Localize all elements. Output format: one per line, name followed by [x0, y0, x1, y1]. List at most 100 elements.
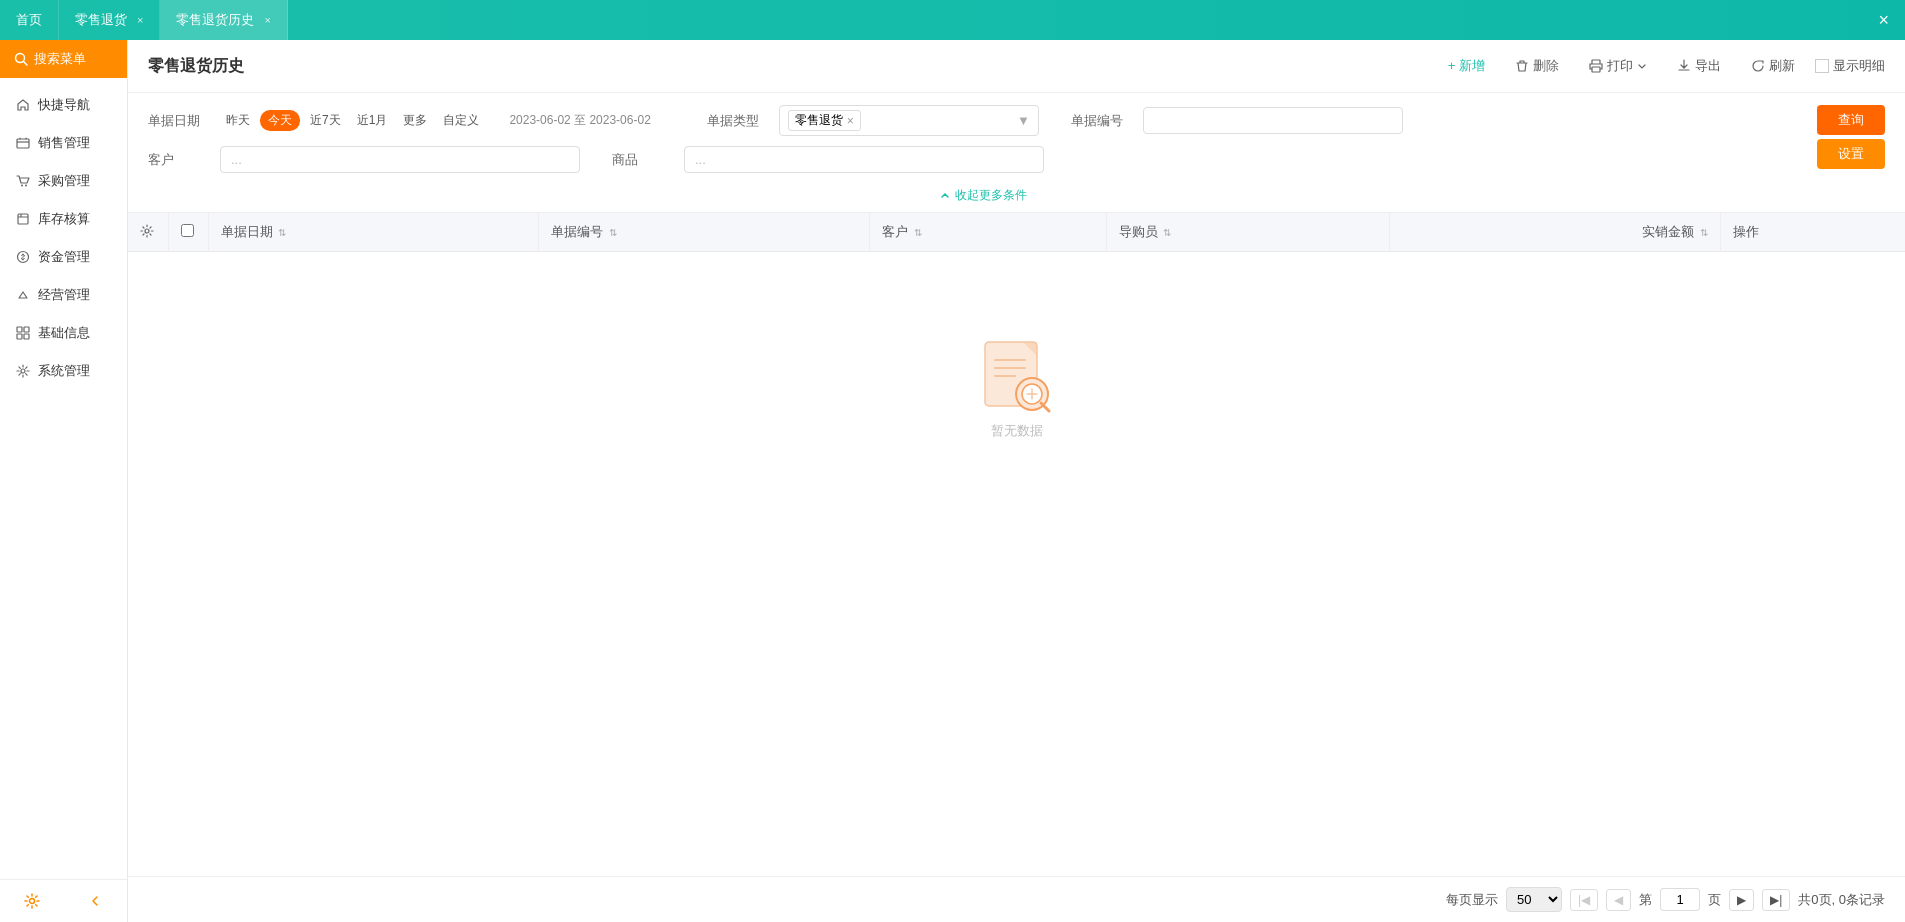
gear-icon	[23, 892, 41, 910]
page-number-input[interactable]	[1660, 888, 1700, 911]
sidebar-item-quick-nav[interactable]: 快捷导航	[0, 86, 127, 124]
window-close-button[interactable]: ×	[1862, 10, 1905, 31]
sidebar-item-system[interactable]: 系统管理	[0, 352, 127, 390]
date-more-btn[interactable]: 更多	[397, 110, 433, 131]
date-yesterday-btn[interactable]: 昨天	[220, 110, 256, 131]
th-amount-label: 实销金额	[1642, 224, 1694, 239]
customer-input[interactable]: ...	[220, 146, 580, 173]
nav-label: 资金管理	[38, 248, 90, 266]
date-filter-label: 单据日期	[148, 112, 204, 130]
new-button[interactable]: + 新增	[1438, 52, 1495, 80]
print-button[interactable]: 打印	[1579, 52, 1657, 80]
export-button[interactable]: 导出	[1667, 52, 1731, 80]
svg-rect-9	[24, 327, 29, 332]
doc-type-tag-label: 零售退货	[795, 112, 843, 129]
new-button-label: + 新增	[1448, 57, 1485, 75]
header-actions: + 新增 删除 打印	[1438, 52, 1885, 80]
date-1month-btn[interactable]: 近1月	[351, 110, 394, 131]
svg-rect-14	[1592, 60, 1600, 64]
th-customer[interactable]: 客户 ⇅	[870, 213, 1106, 252]
display-detail-label: 显示明细	[1833, 57, 1885, 75]
collapse-sidebar-button[interactable]	[86, 892, 104, 910]
first-page-button[interactable]: |◀	[1570, 889, 1598, 911]
date-7days-btn[interactable]: 近7天	[304, 110, 347, 131]
last-page-button[interactable]: ▶|	[1762, 889, 1790, 911]
date-today-btn[interactable]: 今天	[260, 110, 300, 131]
operation-icon	[16, 288, 30, 302]
query-button-label: 查询	[1838, 112, 1864, 127]
tab-home-label: 首页	[16, 11, 42, 29]
sidebar-item-inventory[interactable]: 库存核算	[0, 200, 127, 238]
page-size-select[interactable]: 10 20 50 100	[1506, 887, 1562, 912]
nav-label: 基础信息	[38, 324, 90, 342]
settings-gear-button[interactable]	[23, 892, 41, 910]
th-amount[interactable]: 实销金额 ⇅	[1390, 213, 1721, 252]
svg-rect-10	[17, 334, 22, 339]
sidebar-search[interactable]: 搜索菜单	[0, 40, 127, 78]
sidebar-item-operation[interactable]: 经营管理	[0, 276, 127, 314]
sidebar: 搜索菜单 快捷导航 销售管理	[0, 40, 128, 922]
date-custom-btn[interactable]: 自定义	[437, 110, 485, 131]
th-doc-no[interactable]: 单据编号 ⇅	[539, 213, 870, 252]
refresh-button[interactable]: 刷新	[1741, 52, 1805, 80]
date-range-display: 2023-06-02 至 2023-06-02	[509, 112, 650, 129]
tab-retail-return-close[interactable]: ×	[137, 14, 143, 26]
doc-no-input[interactable]	[1143, 107, 1403, 134]
print-icon	[1589, 59, 1603, 73]
top-bar: 首页 零售退货 × 零售退货历史 × ×	[0, 0, 1905, 40]
query-button[interactable]: 查询	[1817, 105, 1885, 135]
select-all-checkbox[interactable]	[181, 224, 194, 237]
system-icon	[16, 364, 30, 378]
sidebar-item-fund[interactable]: 资金管理	[0, 238, 127, 276]
th-doc-date-label: 单据日期	[221, 224, 273, 239]
main-layout: 搜索菜单 快捷导航 销售管理	[0, 40, 1905, 922]
empty-text: 暂无数据	[991, 422, 1043, 440]
home-icon	[16, 98, 30, 112]
total-label: 共0页, 0条记录	[1798, 891, 1885, 909]
tab-retail-return[interactable]: 零售退货 ×	[59, 0, 160, 40]
svg-point-16	[145, 229, 149, 233]
sidebar-item-purchase[interactable]: 采购管理	[0, 162, 127, 200]
purchase-icon	[16, 174, 30, 188]
fund-icon	[16, 250, 30, 264]
goods-filter-label: 商品	[612, 151, 668, 169]
sort-amount-icon: ⇅	[1700, 227, 1708, 238]
th-actions: 操作	[1721, 213, 1906, 252]
inventory-icon	[16, 212, 30, 226]
nav-label: 采购管理	[38, 172, 90, 190]
th-doc-date[interactable]: 单据日期 ⇅	[208, 213, 539, 252]
display-detail-checkbox[interactable]	[1815, 59, 1829, 73]
goods-input[interactable]: ...	[684, 146, 1044, 173]
refresh-button-label: 刷新	[1769, 57, 1795, 75]
collapse-filter-label: 收起更多条件	[955, 187, 1027, 204]
delete-button-label: 删除	[1533, 57, 1559, 75]
tab-home[interactable]: 首页	[0, 0, 59, 40]
nav-label: 快捷导航	[38, 96, 90, 114]
doc-type-select[interactable]: 零售退货 × ▼	[779, 105, 1039, 136]
sidebar-item-sales[interactable]: 销售管理	[0, 124, 127, 162]
print-dropdown-icon	[1637, 61, 1647, 71]
tab-retail-return-history[interactable]: 零售退货历史 ×	[160, 0, 287, 40]
th-settings[interactable]	[128, 213, 168, 252]
prev-page-button[interactable]: ◀	[1606, 889, 1631, 911]
svg-point-4	[21, 185, 23, 187]
doc-type-tag-remove[interactable]: ×	[847, 114, 854, 128]
collapse-filter-button[interactable]: 收起更多条件	[939, 187, 1027, 204]
page-unit: 页	[1708, 891, 1721, 909]
th-guide-label: 导购员	[1119, 224, 1158, 239]
sidebar-item-basic[interactable]: 基础信息	[0, 314, 127, 352]
table-settings-icon[interactable]	[140, 224, 154, 238]
export-button-label: 导出	[1695, 57, 1721, 75]
next-page-button[interactable]: ▶	[1729, 889, 1754, 911]
tab-retail-return-history-close[interactable]: ×	[264, 14, 270, 26]
svg-line-1	[24, 62, 28, 66]
table-header-row: 单据日期 ⇅ 单据编号 ⇅ 客户 ⇅ 导购员 ⇅	[128, 213, 1905, 252]
sidebar-nav: 快捷导航 销售管理 采购管理	[0, 78, 127, 879]
th-checkbox[interactable]	[168, 213, 208, 252]
empty-state: 暂无数据	[128, 252, 1905, 520]
th-guide[interactable]: 导购员 ⇅	[1106, 213, 1390, 252]
display-detail-toggle[interactable]: 显示明细	[1815, 57, 1885, 75]
delete-button[interactable]: 删除	[1505, 52, 1569, 80]
filter-settings-button[interactable]: 设置	[1817, 139, 1885, 169]
sidebar-footer	[0, 879, 127, 922]
